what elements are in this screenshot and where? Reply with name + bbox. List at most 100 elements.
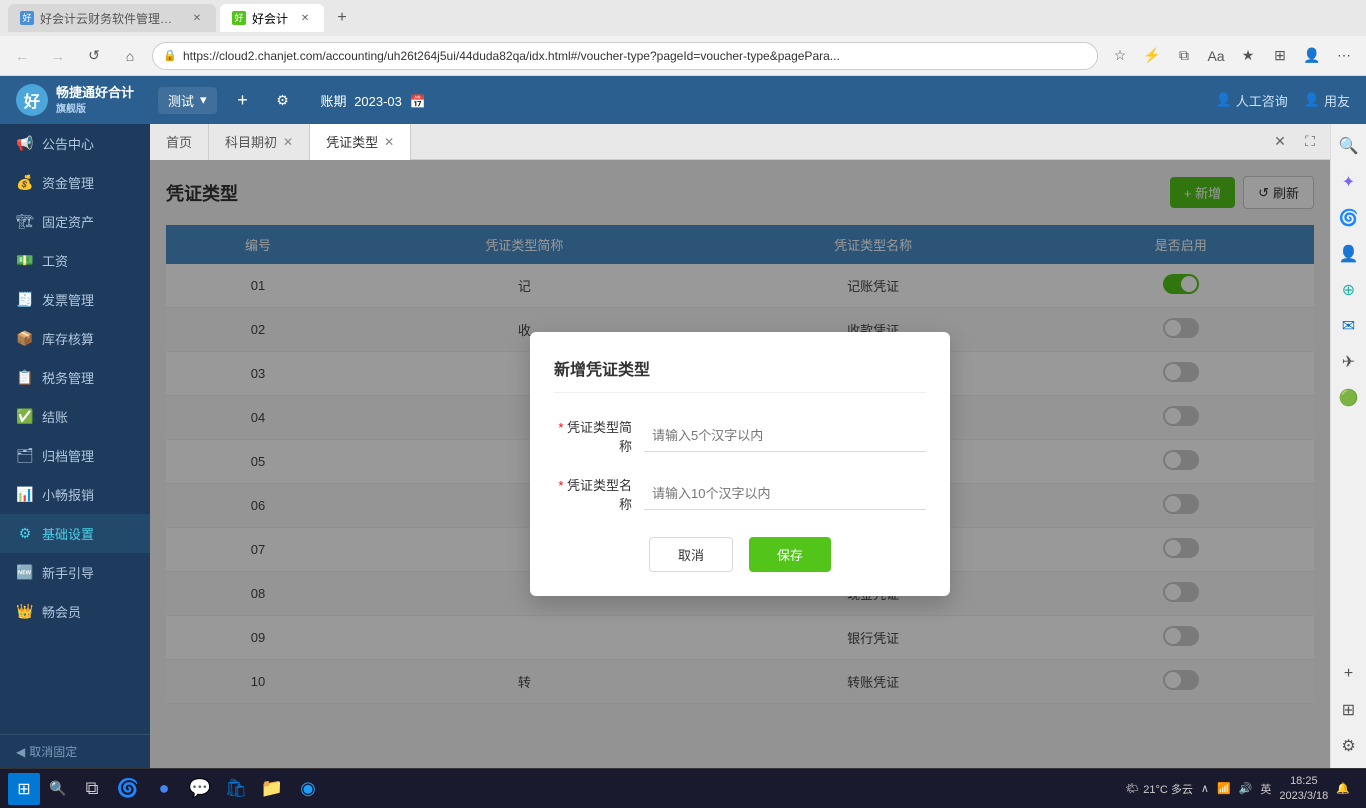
taskbar-chrome[interactable]: ● [148,773,180,805]
more-options-button[interactable]: ⋯ [1330,42,1358,70]
refresh-button[interactable]: ↺ [80,42,108,70]
taskbar-search-button[interactable]: 🔍 [44,775,72,803]
right-user-icon[interactable]: 👤 [1335,240,1363,268]
right-edge-icon[interactable]: 🌀 [1335,204,1363,232]
sidebar-label-payroll: 工资 [42,251,68,270]
tab-home[interactable]: 首页 [150,124,209,160]
sidebar-label-member: 畅会员 [42,602,81,621]
notification-icon[interactable]: 🔔 [1336,782,1350,795]
tab1-title: 好会计云财务软件管理系统_会计 [40,10,180,27]
split-view-button[interactable]: ⧉ [1170,42,1198,70]
browser-tab-2[interactable]: 好 好会计 ✕ [220,4,324,32]
sidebar-item-payroll[interactable]: 💵 工资 [0,241,150,280]
voucher-name-input[interactable] [644,478,926,510]
sidebar-item-guide[interactable]: 🆕 新手引导 [0,553,150,592]
sidebar-item-member[interactable]: 👑 畅会员 [0,592,150,631]
taskbar-win-store[interactable]: 🛍 [220,773,252,805]
archive-icon: 🗂 [16,447,34,465]
right-search-icon[interactable]: 🔍 [1335,132,1363,160]
settings-gear-button[interactable]: ⚙ [269,86,297,114]
collections-button[interactable]: ⊞ [1266,42,1294,70]
sidebar-item-archive[interactable]: 🗂 归档管理 [0,436,150,475]
right-ai-icon[interactable]: ✦ [1335,168,1363,196]
browser-tab-1[interactable]: 好 好会计云财务软件管理系统_会计 ✕ [8,4,216,32]
tab-voucher-type[interactable]: 凭证类型 ✕ [310,124,411,160]
tax-icon: 📋 [16,369,34,387]
taskbar-edge2[interactable]: ◉ [292,773,324,805]
systray-caret[interactable]: ∧ [1201,782,1209,795]
right-add-icon[interactable]: + [1335,660,1363,688]
form-row-abbr: 凭证类型简称 [554,417,926,455]
sidebar-item-fund[interactable]: 💰 资金管理 [0,163,150,202]
logo-sub: 旗舰版 [56,100,134,115]
consult-button[interactable]: 👤 人工咨询 [1216,91,1288,110]
tab-subjects-close[interactable]: ✕ [283,135,293,149]
taskbar-files[interactable]: 📁 [256,773,288,805]
sidebar-label-fund: 资金管理 [42,173,94,192]
favorites-button[interactable]: ★ [1234,42,1262,70]
sidebar-item-fixed-assets[interactable]: 🏗 固定资产 [0,202,150,241]
sidebar-item-checkout[interactable]: ✅ 结账 [0,397,150,436]
right-feather-icon[interactable]: ✈ [1335,348,1363,376]
right-grid-icon[interactable]: ⊞ [1335,696,1363,724]
back-button[interactable]: ← [8,42,36,70]
browser-actions: ☆ ⚡ ⧉ Aa ★ ⊞ 👤 ⋯ [1106,42,1358,70]
tab-home-label: 首页 [166,132,192,151]
sidebar-item-settings[interactable]: ⚙ 基础设置 [0,514,150,553]
modal-dialog: 新增凭证类型 凭证类型简称 凭证类型名称 取消 保存 [530,332,950,596]
profile-button[interactable]: 👤 [1298,42,1326,70]
taskbar-wechat[interactable]: 💬 [184,773,216,805]
tab2-close[interactable]: ✕ [298,11,312,25]
payroll-icon: 💵 [16,252,34,270]
save-button[interactable]: 保存 [749,537,831,572]
inventory-icon: 📦 [16,330,34,348]
cancel-pin-button[interactable]: ◀ 取消固定 [0,734,150,768]
tab1-close[interactable]: ✕ [190,11,204,25]
right-extension2-icon[interactable]: 🟢 [1335,384,1363,412]
sidebar-item-inventory[interactable]: 📦 库存核算 [0,319,150,358]
workspace-selector[interactable]: 测试 ▾ [158,87,217,114]
modal-overlay: 新增凭证类型 凭证类型简称 凭证类型名称 取消 保存 [150,160,1330,768]
browser-tab-bar: 好 好会计云财务软件管理系统_会计 ✕ 好 好会计 ✕ + [0,0,1366,36]
tab-voucher-label: 凭证类型 [326,132,378,151]
taskbar-edge[interactable]: 🌀 [112,773,144,805]
browser-extensions-button[interactable]: ⚡ [1138,42,1166,70]
right-extension1-icon[interactable]: ⊕ [1335,276,1363,304]
consult-label: 人工咨询 [1236,91,1288,110]
cancel-button[interactable]: 取消 [649,537,733,572]
weather-icon: 🌤 [1125,782,1139,795]
tab-voucher-close[interactable]: ✕ [384,135,394,149]
tab1-favicon: 好 [20,11,34,25]
sidebar-label-announcement: 公告中心 [42,134,94,153]
forward-button[interactable]: → [44,42,72,70]
url-bar[interactable]: 🔒 https://cloud2.chanjet.com/accounting/… [152,42,1098,70]
sidebar-item-tax[interactable]: 📋 税务管理 [0,358,150,397]
start-button[interactable]: ⊞ [8,773,40,805]
user-button[interactable]: 👤 用友 [1304,91,1350,110]
expense-icon: 📊 [16,486,34,504]
reading-mode-button[interactable]: Aa [1202,42,1230,70]
voucher-abbr-input[interactable] [644,420,926,452]
right-gear-icon[interactable]: ⚙ [1335,732,1363,760]
tab-minimize-button[interactable]: ✕ [1268,130,1292,154]
date-display: 2023/3/18 [1279,789,1328,803]
header-actions: 👤 人工咨询 👤 用友 [1216,91,1350,110]
tab-subjects[interactable]: 科目期初 ✕ [209,124,310,160]
home-button[interactable]: ⌂ [116,42,144,70]
settings-icon: ⚙ [16,525,34,543]
tab-maximize-button[interactable]: ⛶ [1298,130,1322,154]
add-workspace-button[interactable]: + [229,86,257,114]
bookmark-star-button[interactable]: ☆ [1106,42,1134,70]
lock-icon: 🔒 [163,49,177,63]
sidebar-label-invoice: 发票管理 [42,290,94,309]
sidebar-item-invoice[interactable]: 🧾 发票管理 [0,280,150,319]
sidebar-item-announcement[interactable]: 📢 公告中心 [0,124,150,163]
weather-text: 21°C 多云 [1143,781,1193,797]
sidebar-item-expense[interactable]: 📊 小畅报销 [0,475,150,514]
time-display: 18:25 [1279,774,1328,788]
right-outlook-icon[interactable]: ✉ [1335,312,1363,340]
taskbar-taskview[interactable]: ⧉ [76,773,108,805]
logo-main: 畅捷通好合计 [56,85,134,101]
new-tab-button[interactable]: + [328,4,356,32]
tab2-favicon: 好 [232,11,246,25]
